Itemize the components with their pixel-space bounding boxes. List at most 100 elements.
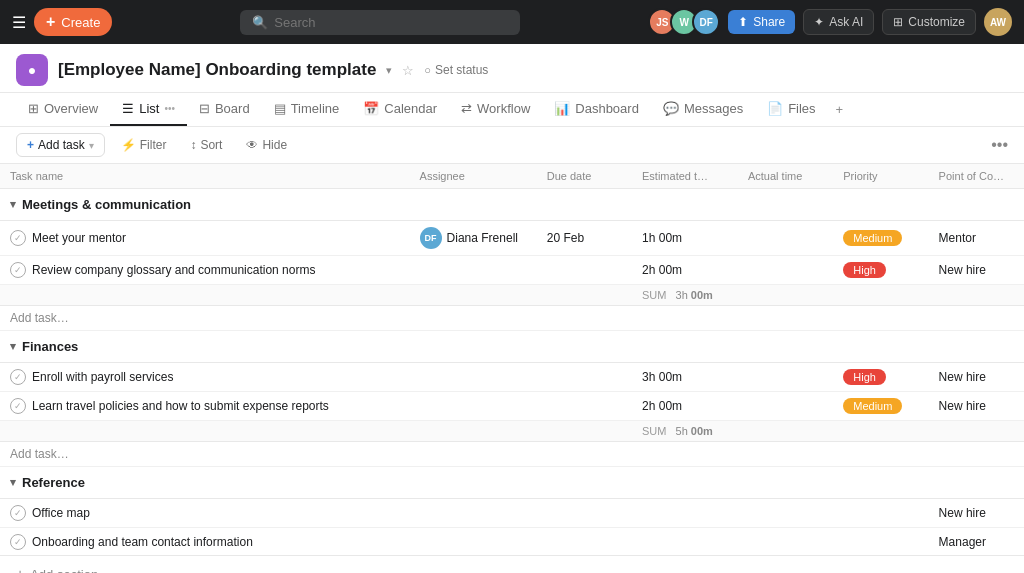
share-button[interactable]: ⬆ Share xyxy=(728,10,795,34)
add-task-plus-icon: + xyxy=(27,138,34,152)
sort-button[interactable]: ↕ Sort xyxy=(182,134,230,156)
tab-nav: ⊞ Overview ☰ List ••• ⊟ Board ▤ Timeline… xyxy=(0,93,1024,127)
add-section-button[interactable]: + Add section xyxy=(0,555,1024,573)
tab-board-label: Board xyxy=(215,101,250,116)
add-tab-button[interactable]: + xyxy=(828,94,852,125)
hamburger-icon[interactable]: ☰ xyxy=(12,13,26,32)
sort-icon: ↕ xyxy=(190,138,196,152)
tab-overview[interactable]: ⊞ Overview xyxy=(16,93,110,126)
col-point-of-contact: Point of Co… xyxy=(929,164,1024,189)
task-check-icon[interactable]: ✓ xyxy=(10,369,26,385)
section-meetings-chevron[interactable]: ▾ xyxy=(10,198,16,211)
tab-files[interactable]: 📄 Files xyxy=(755,93,827,126)
section-reference-chevron[interactable]: ▾ xyxy=(10,476,16,489)
task-name-text: Meet your mentor xyxy=(32,231,126,245)
sort-label: Sort xyxy=(200,138,222,152)
tab-messages[interactable]: 💬 Messages xyxy=(651,93,755,126)
search-bar[interactable]: 🔍 xyxy=(240,10,520,35)
filter-button[interactable]: ⚡ Filter xyxy=(113,134,175,156)
col-task-name: Task name xyxy=(0,164,410,189)
task-check-icon[interactable]: ✓ xyxy=(10,398,26,414)
plus-icon: + xyxy=(46,13,55,31)
tab-overview-label: Overview xyxy=(44,101,98,116)
task-name-text: Learn travel policies and how to submit … xyxy=(32,399,329,413)
task-check-icon[interactable]: ✓ xyxy=(10,262,26,278)
add-task-inline-label: Add task… xyxy=(10,447,69,461)
hide-button[interactable]: 👁 Hide xyxy=(238,134,295,156)
point-of-contact: Manager xyxy=(939,535,986,549)
sum-row-finances: SUM 5h 00m xyxy=(0,421,1024,442)
add-task-row-meetings[interactable]: Add task… xyxy=(0,306,1024,331)
point-of-contact: New hire xyxy=(939,506,986,520)
task-check-icon[interactable]: ✓ xyxy=(10,230,26,246)
chevron-down-icon[interactable]: ▾ xyxy=(386,64,392,77)
ask-ai-button[interactable]: ✦ Ask AI xyxy=(803,9,874,35)
my-avatar[interactable]: AW xyxy=(984,8,1012,36)
topbar: ☰ + Create 🔍 JS W DF ⬆ Share ✦ Ask AI ⊞ … xyxy=(0,0,1024,44)
priority-badge: High xyxy=(843,262,886,278)
point-of-contact: Mentor xyxy=(939,231,976,245)
tab-board[interactable]: ⊟ Board xyxy=(187,93,262,126)
task-row[interactable]: ✓ Learn travel policies and how to submi… xyxy=(0,392,1024,421)
hide-icon: 👁 xyxy=(246,138,258,152)
add-task-button[interactable]: + Add task ▾ xyxy=(16,133,105,157)
assignee-name: Diana Frenell xyxy=(447,231,518,245)
tab-dashboard[interactable]: 📊 Dashboard xyxy=(542,93,651,126)
table-header: Task name Assignee Due date Estimated t…… xyxy=(0,164,1024,189)
project-title: [Employee Name] Onboarding template xyxy=(58,60,376,80)
section-reference: ▾ Reference xyxy=(0,467,1024,499)
circle-icon: ○ xyxy=(424,64,431,76)
set-status-button[interactable]: ○ Set status xyxy=(424,63,488,77)
tab-messages-label: Messages xyxy=(684,101,743,116)
customize-button[interactable]: ⊞ Customize xyxy=(882,9,976,35)
project-icon: ● xyxy=(16,54,48,86)
create-button[interactable]: + Create xyxy=(34,8,112,36)
plus-icon: + xyxy=(16,566,24,573)
table-container: Task name Assignee Due date Estimated t…… xyxy=(0,164,1024,555)
timeline-icon: ▤ xyxy=(274,101,286,116)
star-icon[interactable]: ☆ xyxy=(402,63,414,78)
tab-timeline[interactable]: ▤ Timeline xyxy=(262,93,352,126)
more-options-button[interactable]: ••• xyxy=(991,136,1008,154)
task-check-icon[interactable]: ✓ xyxy=(10,534,26,550)
tab-calendar[interactable]: 📅 Calendar xyxy=(351,93,449,126)
point-of-contact: New hire xyxy=(939,263,986,277)
filter-label: Filter xyxy=(140,138,167,152)
tab-calendar-label: Calendar xyxy=(384,101,437,116)
assignee-chip: DF Diana Frenell xyxy=(420,227,527,249)
topbar-left: ☰ + Create xyxy=(12,8,112,36)
search-icon: 🔍 xyxy=(252,15,268,30)
set-status-label: Set status xyxy=(435,63,488,77)
list-options-icon[interactable]: ••• xyxy=(164,103,175,114)
ai-icon: ✦ xyxy=(814,15,824,29)
priority-badge: High xyxy=(843,369,886,385)
estimated-time: 3h 00m xyxy=(642,370,682,384)
tab-list[interactable]: ☰ List ••• xyxy=(110,93,187,126)
tab-list-label: List xyxy=(139,101,159,116)
col-priority: Priority xyxy=(833,164,928,189)
col-assignee: Assignee xyxy=(410,164,537,189)
section-finances-chevron[interactable]: ▾ xyxy=(10,340,16,353)
add-task-chevron-icon[interactable]: ▾ xyxy=(89,140,94,151)
search-input[interactable] xyxy=(274,15,508,30)
project-header: ● [Employee Name] Onboarding template ▾ … xyxy=(0,44,1024,93)
task-name-text: Enroll with payroll services xyxy=(32,370,173,384)
task-row[interactable]: ✓ Onboarding and team contact informatio… xyxy=(0,528,1024,556)
share-label: Share xyxy=(753,15,785,29)
tab-workflow-label: Workflow xyxy=(477,101,530,116)
add-task-row-finances[interactable]: Add task… xyxy=(0,442,1024,467)
tab-workflow[interactable]: ⇄ Workflow xyxy=(449,93,542,126)
point-of-contact: New hire xyxy=(939,399,986,413)
task-row[interactable]: ✓ Enroll with payroll services 3h 00m Hi… xyxy=(0,363,1024,392)
task-row[interactable]: ✓ Office map New hire xyxy=(0,499,1024,528)
task-row[interactable]: ✓ Meet your mentor DF Diana Frenell 20 F… xyxy=(0,221,1024,256)
table-body: ▾ Meetings & communication ✓ Meet your m… xyxy=(0,189,1024,556)
board-icon: ⊟ xyxy=(199,101,210,116)
topbar-right: JS W DF ⬆ Share ✦ Ask AI ⊞ Customize AW xyxy=(648,8,1012,36)
task-row[interactable]: ✓ Review company glossary and communicat… xyxy=(0,256,1024,285)
priority-badge: Medium xyxy=(843,398,902,414)
add-section-label: Add section xyxy=(30,567,98,574)
customize-label: Customize xyxy=(908,15,965,29)
avatar-df: DF xyxy=(692,8,720,36)
task-check-icon[interactable]: ✓ xyxy=(10,505,26,521)
